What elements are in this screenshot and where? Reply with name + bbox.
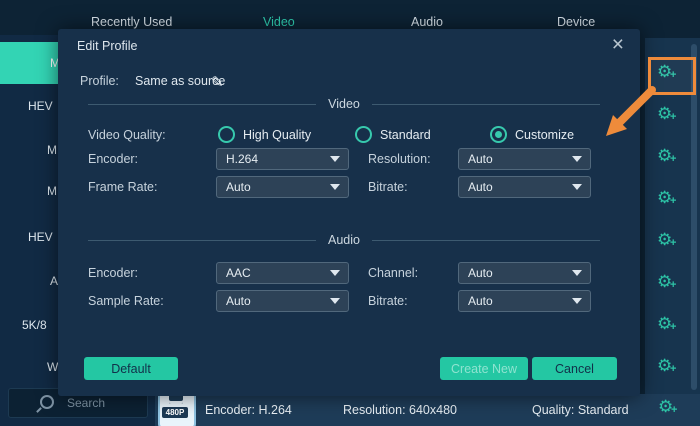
audio-bitrate-dropdown[interactable]: Auto [458, 290, 591, 312]
annotation-arrow-icon [606, 86, 656, 136]
resolution-dropdown[interactable]: Auto [458, 148, 591, 170]
chevron-down-icon [330, 184, 340, 190]
cancel-button[interactable]: Cancel [532, 357, 617, 380]
frame-rate-label: Frame Rate: [88, 180, 158, 194]
sample-rate-label: Sample Rate: [88, 294, 164, 308]
gear-plus-icon[interactable]: ⚙ + [657, 271, 681, 295]
audio-section-divider: Audio [88, 233, 600, 247]
gear-plus-icon[interactable]: ⚙ + [657, 229, 681, 253]
chevron-down-icon [572, 270, 582, 276]
480p-badge: 480P [162, 407, 188, 418]
scrollbar[interactable] [691, 44, 697, 390]
encoder-info: Encoder: H.264 [205, 403, 292, 417]
bitrate-label: Bitrate: [368, 180, 408, 194]
chevron-down-icon [572, 184, 582, 190]
sidebar-item[interactable]: 5K/8 [22, 318, 47, 332]
radio-circle-icon [490, 126, 507, 143]
radio-high-quality[interactable]: High Quality [218, 126, 311, 143]
gear-plus-icon[interactable]: ⚙ + [657, 355, 681, 379]
radio-circle-icon [355, 126, 372, 143]
radio-circle-icon [218, 126, 235, 143]
encoder-label: Encoder: [88, 152, 139, 166]
channel-label: Channel: [368, 266, 419, 280]
gear-plus-icon[interactable]: ⚙ + [657, 145, 681, 169]
chevron-down-icon [572, 156, 582, 162]
bitrate-dropdown[interactable]: Auto [458, 176, 591, 198]
chevron-down-icon [330, 156, 340, 162]
audio-bitrate-label: Bitrate: [368, 294, 408, 308]
tab-video[interactable]: Video [263, 15, 295, 29]
gear-plus-icon[interactable]: ⚙ + [658, 396, 682, 420]
tab-recently-used[interactable]: Recently Used [91, 15, 172, 29]
edit-profile-dialog: Edit Profile × Profile: Same as source ✎… [58, 29, 640, 396]
radio-standard[interactable]: Standard [355, 126, 431, 143]
search-icon [40, 395, 54, 409]
resolution-label: Resolution: [368, 152, 431, 166]
edit-pencil-icon[interactable]: ✎ [211, 73, 224, 91]
frame-rate-dropdown[interactable]: Auto [216, 176, 349, 198]
sidebar-item[interactable]: W [47, 360, 58, 374]
dialog-title: Edit Profile [77, 39, 138, 53]
tab-audio[interactable]: Audio [411, 15, 443, 29]
default-button[interactable]: Default [84, 357, 178, 380]
app-window: Recently Used Video Audio Device M HEV M… [0, 0, 700, 426]
audio-section-label: Audio [328, 233, 360, 247]
chevron-down-icon [330, 298, 340, 304]
sidebar-item[interactable]: M [47, 184, 57, 198]
resolution-info: Resolution: 640x480 [343, 403, 457, 417]
radio-customize[interactable]: Customize [490, 126, 574, 143]
gear-plus-icon[interactable]: ⚙ + [657, 313, 681, 337]
channel-dropdown[interactable]: Auto [458, 262, 591, 284]
search-placeholder: Search [67, 396, 106, 410]
tab-device[interactable]: Device [557, 15, 595, 29]
encoder-dropdown[interactable]: H.264 [216, 148, 349, 170]
create-new-button[interactable]: Create New [440, 357, 528, 380]
close-icon[interactable]: × [612, 31, 624, 59]
chevron-down-icon [330, 270, 340, 276]
chevron-down-icon [572, 298, 582, 304]
sample-rate-dropdown[interactable]: Auto [216, 290, 349, 312]
sidebar-item[interactable]: M [47, 143, 57, 157]
sidebar-item[interactable]: HEV [28, 99, 53, 113]
profile-label: Profile: [80, 74, 119, 88]
gear-plus-icon[interactable]: ⚙ + [657, 187, 681, 211]
video-section-divider: Video [88, 97, 600, 111]
video-section-label: Video [328, 97, 360, 111]
sidebar-item[interactable]: A [50, 274, 58, 288]
audio-encoder-dropdown[interactable]: AAC [216, 262, 349, 284]
video-quality-label: Video Quality: [88, 128, 166, 142]
audio-encoder-label: Encoder: [88, 266, 139, 280]
quality-info: Quality: Standard [532, 403, 629, 417]
sidebar-item[interactable]: HEV [28, 230, 53, 244]
profile-info-bar: 480P SD 480P Encoder: H.264 Resolution: … [155, 383, 700, 426]
